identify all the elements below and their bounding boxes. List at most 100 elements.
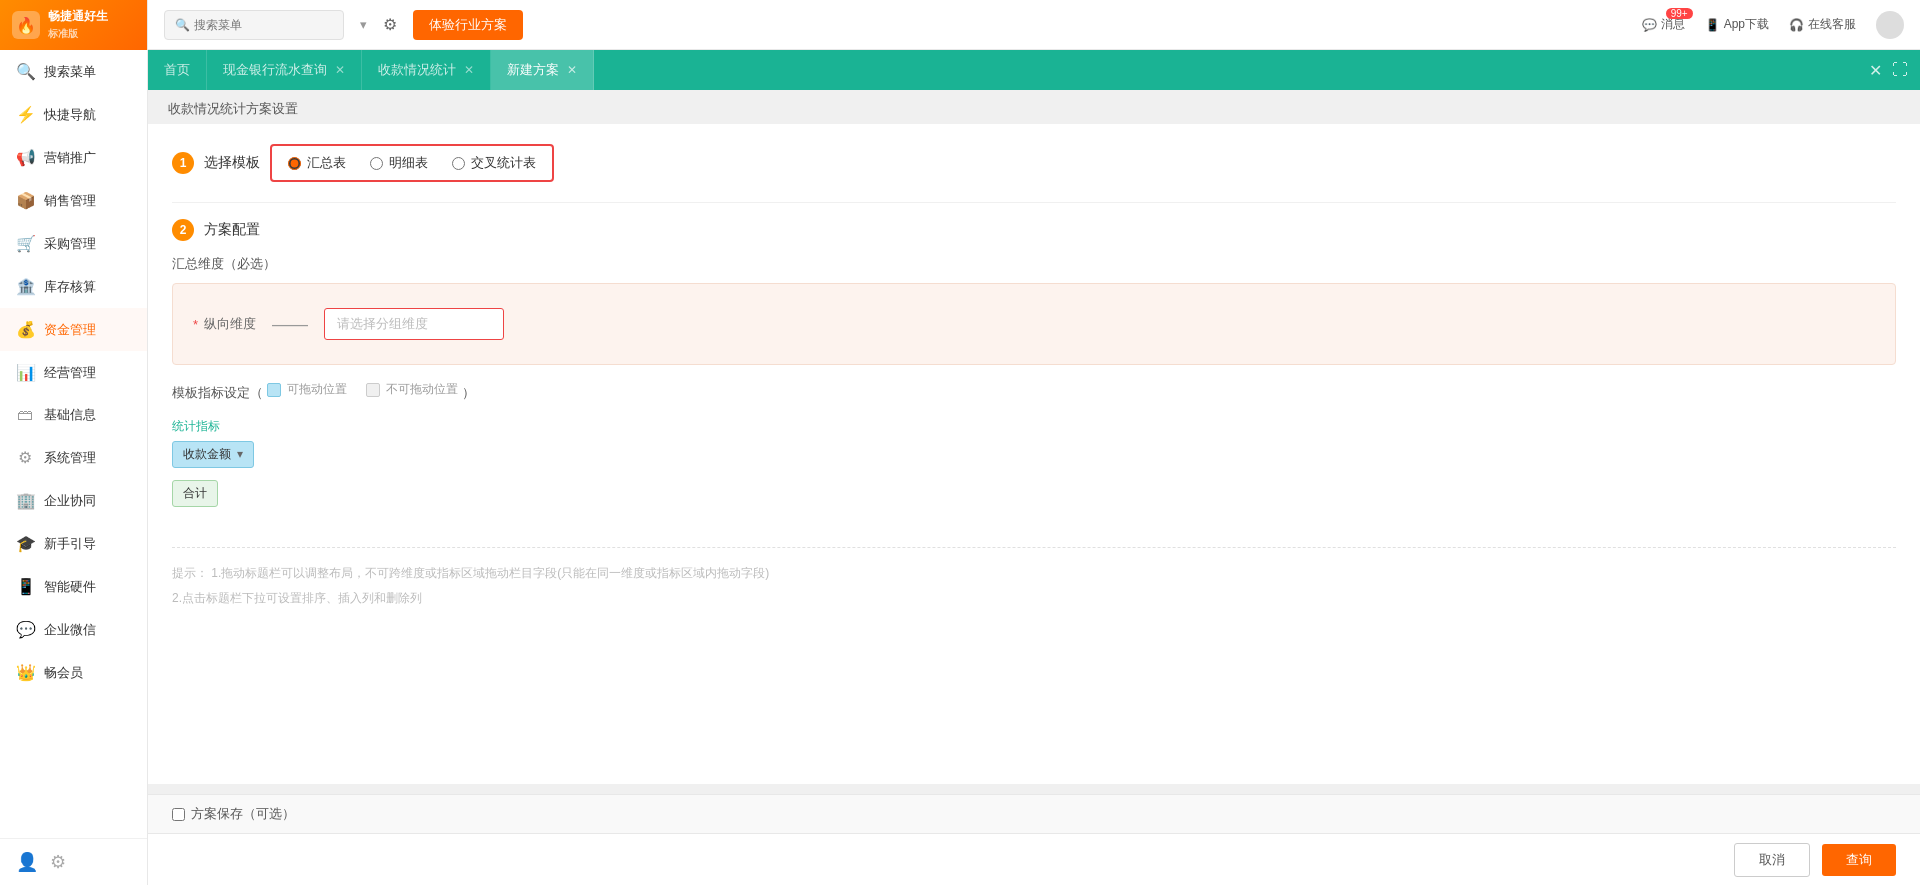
dimension-row: * 纵向维度 —— 请选择分组维度 [193, 308, 1875, 340]
template-options: 汇总表 明细表 交叉统计表 [270, 144, 554, 182]
save-option-label[interactable]: 方案保存（可选） [172, 805, 295, 823]
indicator-subtag-total[interactable]: 合计 [172, 480, 218, 507]
sidebar-item-new-guide[interactable]: 🎓 新手引导 [0, 522, 147, 565]
tab-minimize-icon[interactable]: ✕ [1869, 61, 1882, 80]
operations-icon: 📊 [16, 363, 34, 382]
sidebar-item-marketing[interactable]: 📢 营销推广 [0, 136, 147, 179]
sidebar-settings-icon[interactable]: ⚙ [50, 851, 66, 873]
settings-gear-icon[interactable]: ⚙ [383, 15, 397, 34]
dimension-select-placeholder: 请选择分组维度 [337, 315, 428, 333]
sidebar-item-system[interactable]: ⚙ 系统管理 [0, 436, 147, 479]
message-icon: 💬 [1642, 18, 1657, 32]
step1-title: 选择模板 [204, 154, 260, 172]
tab-home[interactable]: 首页 [148, 50, 207, 90]
search-input[interactable] [194, 18, 334, 32]
menu-dropdown-icon[interactable]: ▾ [360, 17, 367, 32]
step2-number: 2 [172, 219, 194, 241]
action-bar: 取消 查询 [148, 833, 1920, 885]
draggable-legend-box [267, 383, 281, 397]
step1-header: 1 选择模板 汇总表 明细表 交叉统计表 [172, 144, 1896, 182]
flash-icon: ⚡ [16, 105, 34, 124]
download-icon: 📱 [1705, 18, 1720, 32]
sidebar-user-icon[interactable]: 👤 [16, 851, 38, 873]
radio-mingxi[interactable] [370, 157, 383, 170]
content-area: 收款情况统计方案设置 1 选择模板 汇总表 明细表 [148, 90, 1920, 833]
tag-dropdown-icon: ▾ [237, 447, 243, 461]
inventory-icon: 🏦 [16, 277, 34, 296]
messages-item[interactable]: 💬 消息 99+ [1642, 16, 1685, 33]
sidebar-bottom: 👤 ⚙ [0, 838, 147, 885]
template-option-cross[interactable]: 交叉统计表 [452, 154, 536, 172]
tab-new-plan[interactable]: 新建方案 ✕ [491, 50, 594, 90]
tip-line-2: 2.点击标题栏下拉可设置排序、插入列和删除列 [172, 589, 1896, 608]
arrow-icon: —— [272, 314, 308, 335]
sidebar: 🔥 畅捷通好生 标准版 🔍 搜索菜单 ⚡ 快捷导航 📢 营销推广 📦 销售管理 … [0, 0, 148, 885]
tab-close-collections[interactable]: ✕ [464, 63, 474, 77]
fixed-legend: 不可拖动位置 [366, 381, 458, 398]
dimension-select-dropdown[interactable]: 请选择分组维度 [324, 308, 504, 340]
sidebar-item-enterprise-coop[interactable]: 🏢 企业协同 [0, 479, 147, 522]
app-logo: 🔥 畅捷通好生 标准版 [0, 0, 147, 50]
step2-title: 方案配置 [204, 221, 260, 239]
search-icon: 🔍 [16, 62, 34, 81]
tip-label-1: 提示： 1.拖动标题栏可以调整布局，不可跨维度或指标区域拖动栏目字段(只能在同一… [172, 566, 769, 580]
sidebar-item-enterprise-wechat[interactable]: 💬 企业微信 [0, 608, 147, 651]
step2-header: 2 方案配置 [172, 219, 1896, 241]
template-option-mingxi[interactable]: 明细表 [370, 154, 428, 172]
sidebar-item-quick-nav[interactable]: ⚡ 快捷导航 [0, 93, 147, 136]
indicator-subtags: 合计 [172, 480, 1896, 507]
tab-cash-bank[interactable]: 现金银行流水查询 ✕ [207, 50, 362, 90]
sidebar-item-basic-info[interactable]: 🗃 基础信息 [0, 394, 147, 436]
cancel-button[interactable]: 取消 [1734, 843, 1810, 877]
save-option-checkbox[interactable] [172, 808, 185, 821]
radio-cross[interactable] [452, 157, 465, 170]
tips-section: 提示： 1.拖动标题栏可以调整布局，不可跨维度或指标区域拖动栏目字段(只能在同一… [172, 547, 1896, 608]
page-title: 收款情况统计方案设置 [168, 101, 298, 116]
indicators-header: 模板指标设定（ 可拖动位置 不可拖动位置 ） [172, 381, 1896, 402]
dimension-required-label: 汇总维度（必选） [172, 255, 1896, 273]
app-download-item[interactable]: 📱 App下载 [1705, 16, 1769, 33]
indicator-tag-payment[interactable]: 收款金额 ▾ [172, 441, 254, 468]
tip-line-1: 提示： 1.拖动标题栏可以调整布局，不可跨维度或指标区域拖动栏目字段(只能在同一… [172, 564, 1896, 583]
tab-close-cash-bank[interactable]: ✕ [335, 63, 345, 77]
tab-collections[interactable]: 收款情况统计 ✕ [362, 50, 491, 90]
sidebar-item-finance[interactable]: 💰 资金管理 [0, 308, 147, 351]
sidebar-item-members[interactable]: 👑 畅会员 [0, 651, 147, 694]
content-footer: 方案保存（可选） [148, 794, 1920, 833]
query-button[interactable]: 查询 [1822, 844, 1896, 876]
support-icon: 🎧 [1789, 18, 1804, 32]
tab-maximize-icon[interactable]: ⛶ [1892, 61, 1908, 79]
indicators-section: 模板指标设定（ 可拖动位置 不可拖动位置 ） [172, 381, 1896, 527]
sidebar-item-operations[interactable]: 📊 经营管理 [0, 351, 147, 394]
tab-close-new-plan[interactable]: ✕ [567, 63, 577, 77]
user-avatar[interactable] [1876, 11, 1904, 39]
sidebar-item-purchase[interactable]: 🛒 采购管理 [0, 222, 147, 265]
sidebar-item-inventory[interactable]: 🏦 库存核算 [0, 265, 147, 308]
system-icon: ⚙ [16, 448, 34, 467]
wechat-icon: 💬 [16, 620, 34, 639]
indicator-tags: 收款金额 ▾ [172, 441, 1896, 468]
indicators-section-label: 模板指标设定（ 可拖动位置 不可拖动位置 ） [172, 381, 475, 402]
search-box[interactable]: 🔍 [164, 10, 344, 40]
dimension-config: 汇总维度（必选） * 纵向维度 —— 请选择分组维度 [172, 255, 1896, 365]
fixed-legend-box [366, 383, 380, 397]
sidebar-item-smart-hardware[interactable]: 📱 智能硬件 [0, 565, 147, 608]
radio-huizong[interactable] [288, 157, 301, 170]
guide-icon: 🎓 [16, 534, 34, 553]
finance-icon: 💰 [16, 320, 34, 339]
indicator-category-label: 统计指标 [172, 418, 1896, 435]
tip-label-2: 2.点击标题栏下拉可设置排序、插入列和删除列 [172, 591, 422, 605]
basic-info-icon: 🗃 [16, 406, 34, 424]
topbar: 🔍 ▾ ⚙ 体验行业方案 💬 消息 99+ 📱 App下载 🎧 在线客服 [148, 0, 1920, 50]
support-item[interactable]: 🎧 在线客服 [1789, 16, 1856, 33]
purchase-icon: 🛒 [16, 234, 34, 253]
template-option-huizong[interactable]: 汇总表 [288, 154, 346, 172]
trial-industry-button[interactable]: 体验行业方案 [413, 10, 523, 40]
draggable-legend: 可拖动位置 [267, 381, 347, 398]
sidebar-item-search[interactable]: 🔍 搜索菜单 [0, 50, 147, 93]
sidebar-item-sales[interactable]: 📦 销售管理 [0, 179, 147, 222]
vertical-dimension-label: * 纵向维度 [193, 315, 256, 333]
tabbar-actions: ✕ ⛶ [1857, 50, 1920, 90]
indicators-area: 统计指标 收款金额 ▾ 合计 [172, 410, 1896, 527]
app-name: 畅捷通好生 [48, 9, 108, 25]
